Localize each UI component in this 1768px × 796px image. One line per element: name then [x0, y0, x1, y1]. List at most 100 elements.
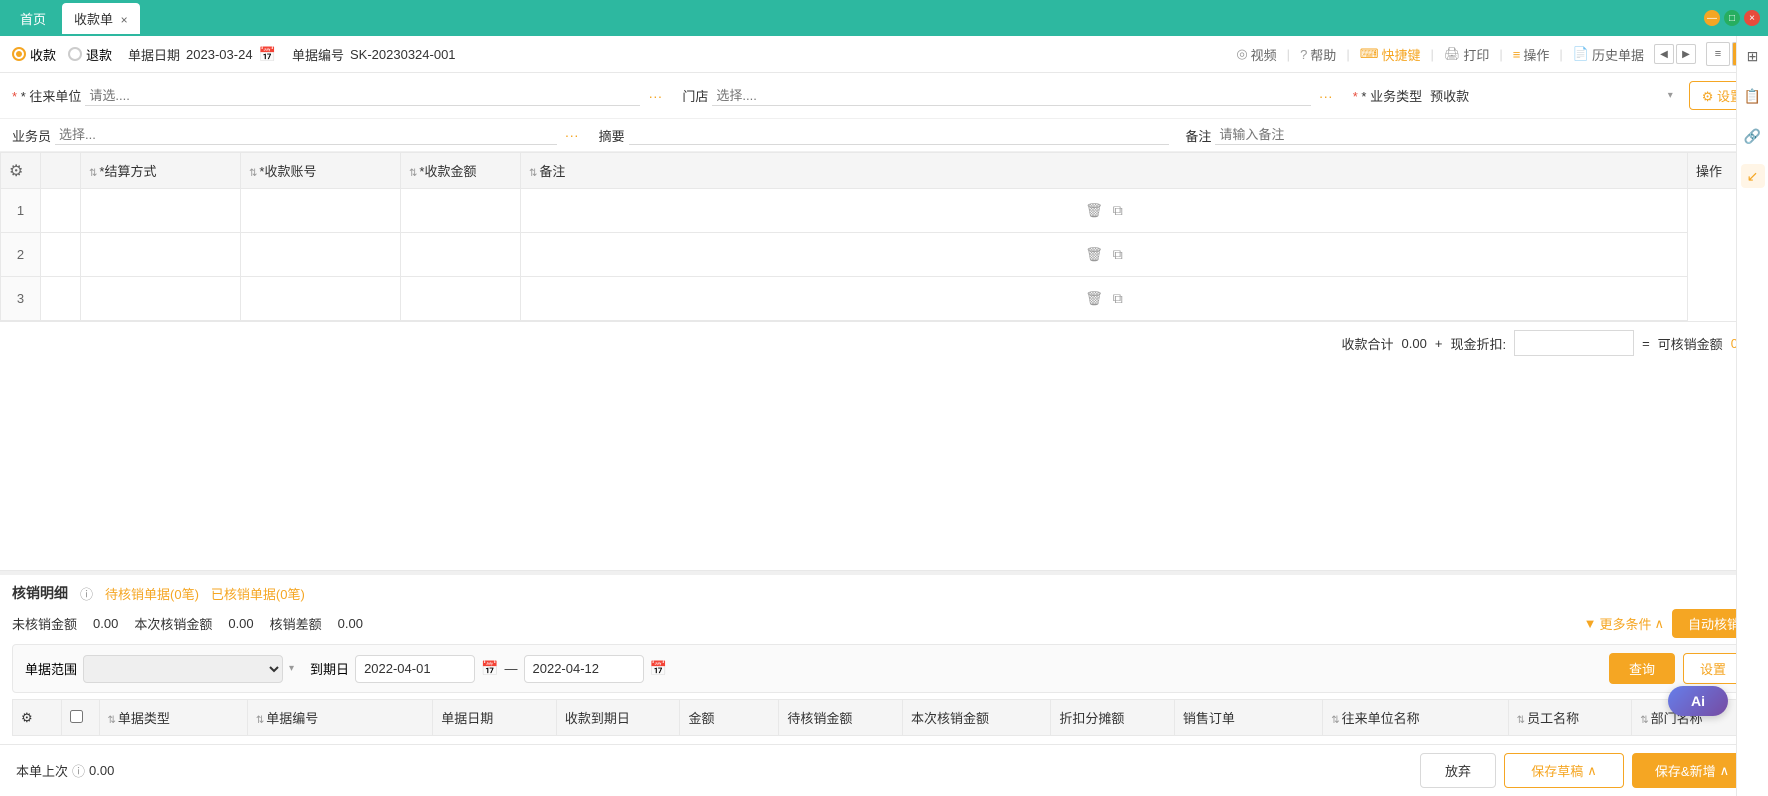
save-draft-btn[interactable]: 保存草稿 ∧: [1504, 753, 1624, 788]
form-row-1: * * 往来单位 ··· 门店 ··· * * 业务类型 预收款 ▾ ⚙ 设置: [0, 73, 1768, 119]
current-clear-col: 本次核销金额: [902, 700, 1050, 736]
maximize-btn[interactable]: □: [1724, 10, 1740, 26]
filter-setting-btn[interactable]: 设置: [1683, 653, 1743, 684]
date-from-calendar-icon[interactable]: 📅: [481, 660, 498, 677]
row-3-settlement[interactable]: [41, 277, 81, 321]
row-3-num: 3: [1, 277, 41, 321]
main-table-section: ⚙ ⇅*结算方式 ⇅*收款账号 ⇅*收款金额 ⇅备注 操作 1: [0, 152, 1768, 571]
row-2-delete-icon[interactable]: 🗑: [1085, 246, 1103, 262]
pending-clear-col: 待核销金额: [779, 700, 903, 736]
history-btn[interactable]: 📄 历史单据: [1573, 45, 1644, 64]
sales-order-col: 销售订单: [1174, 700, 1322, 736]
main-area: 收款 退款 单据日期 2023-03-24 📅 单据编号 SK-20230324…: [0, 36, 1768, 796]
row-3-amount[interactable]: [241, 277, 401, 321]
biz-type-dropdown[interactable]: ▾: [1668, 90, 1673, 101]
close-tab-btn[interactable]: ×: [121, 13, 128, 27]
row-3-copy-icon[interactable]: ⧉: [1113, 290, 1123, 306]
due-date-field: 到期日 📅 — 📅: [310, 655, 667, 683]
home-tab[interactable]: 首页: [8, 3, 58, 34]
date-from-input[interactable]: [355, 655, 475, 683]
date-to-calendar-icon[interactable]: 📅: [650, 660, 667, 677]
row-2-account[interactable]: [81, 233, 241, 277]
receipt-radio[interactable]: 收款: [12, 45, 56, 64]
more-conditions-btn[interactable]: ▼ 更多条件 ∧: [1584, 614, 1664, 633]
sidebar-expand-icon[interactable]: ↙: [1741, 164, 1765, 188]
receipt-label: 收款: [30, 45, 56, 64]
row-3-account[interactable]: [81, 277, 241, 321]
counterparty-input[interactable]: [85, 86, 640, 106]
bill-date-col: 单据日期: [433, 700, 557, 736]
sidebar-doc-icon[interactable]: 📋: [1741, 84, 1765, 108]
refund-radio[interactable]: 退款: [68, 45, 112, 64]
bottom-gear-icon[interactable]: ⚙: [21, 710, 33, 725]
row-3-delete-icon[interactable]: 🗑: [1085, 290, 1103, 306]
salesman-label: 业务员: [12, 126, 51, 145]
settlement-col: ⇅*结算方式: [81, 153, 241, 189]
row-2-remark[interactable]: [401, 233, 521, 277]
row-2-copy-icon[interactable]: ⧉: [1113, 246, 1123, 262]
table-gear-col[interactable]: ⚙: [1, 153, 41, 189]
nav-next[interactable]: ▶: [1676, 44, 1696, 64]
pending-tab[interactable]: 待核销单据(0笔): [105, 584, 199, 603]
abandon-btn[interactable]: 放弃: [1420, 753, 1496, 788]
prev-info-icon[interactable]: ⓘ: [72, 761, 85, 780]
gear-icon[interactable]: ⚙: [9, 163, 23, 180]
counterparty-more-btn[interactable]: ···: [644, 88, 666, 104]
nav-prev[interactable]: ◀: [1654, 44, 1674, 64]
table-row: 3 🗑 ⧉: [1, 277, 1768, 321]
cleared-tab[interactable]: 已核销单据(0笔): [211, 584, 305, 603]
operate-btn[interactable]: ≡ 操作: [1513, 45, 1550, 64]
verify-info-icon[interactable]: ⓘ: [80, 584, 93, 603]
video-btn[interactable]: ◎ 视频: [1236, 45, 1276, 64]
bottom-check-col: [62, 700, 99, 736]
sidebar-table-icon[interactable]: ⊞: [1741, 44, 1765, 68]
date-calendar-icon[interactable]: 📅: [259, 46, 276, 63]
date-separator: —: [505, 661, 518, 676]
bottom-table: ⚙ ⇅单据类型 ⇅单据编号 单据日期 收款到期日 金额 待核销金额 本次核销金额…: [12, 699, 1756, 736]
sidebar-link-icon[interactable]: 🔗: [1741, 124, 1765, 148]
summary-input[interactable]: [629, 125, 1170, 145]
salesman-field: 业务员 ···: [12, 125, 583, 145]
date-to-input[interactable]: [524, 655, 644, 683]
range-dropdown-icon[interactable]: ▾: [289, 663, 294, 674]
row-1-remark[interactable]: [401, 189, 521, 233]
bottom-gear-col[interactable]: ⚙: [13, 700, 62, 736]
print-btn[interactable]: 🖨 打印: [1444, 45, 1490, 64]
select-all-checkbox[interactable]: [70, 710, 83, 723]
collect-total-label: 收款合计: [1342, 334, 1394, 353]
date-value: 2023-03-24: [186, 47, 253, 62]
due-date-col: 收款到期日: [556, 700, 680, 736]
row-1-settlement[interactable]: [41, 189, 81, 233]
shop-more-btn[interactable]: ···: [1315, 88, 1337, 104]
account-col: ⇅*收款账号: [241, 153, 401, 189]
counterparty-col: ⇅往来单位名称: [1323, 700, 1508, 736]
row-2-amount[interactable]: [241, 233, 401, 277]
range-select[interactable]: [83, 655, 283, 683]
help-btn[interactable]: ? 帮助: [1300, 45, 1336, 64]
footer-bar: 本单上次 ⓘ 0.00 放弃 保存草稿 ∧ 保存&新增 ∧: [0, 744, 1768, 796]
row-3-remark[interactable]: [401, 277, 521, 321]
salesman-more-btn[interactable]: ···: [561, 127, 583, 143]
ai-float-button[interactable]: Ai: [1668, 686, 1728, 716]
row-1-account[interactable]: [81, 189, 241, 233]
row-3-ops: 🗑 ⧉: [521, 277, 1688, 321]
shortcut-btn[interactable]: ⌨ 快捷键: [1360, 45, 1421, 64]
query-btn[interactable]: 查询: [1609, 653, 1675, 684]
row-1-delete-icon[interactable]: 🗑: [1085, 202, 1103, 218]
verify-right-actions: ▼ 更多条件 ∧ 自动核销: [1584, 609, 1756, 638]
refund-label: 退款: [86, 45, 112, 64]
salesman-input[interactable]: [55, 125, 557, 145]
row-2-settlement[interactable]: [41, 233, 81, 277]
verify-stats: 未核销金额 0.00 本次核销金额 0.00 核销差额 0.00 ▼ 更多条件 …: [12, 609, 1756, 638]
row-1-amount[interactable]: [241, 189, 401, 233]
save-new-btn[interactable]: 保存&新增 ∧: [1632, 753, 1752, 788]
row-1-copy-icon[interactable]: ⧉: [1113, 202, 1123, 218]
remark-input[interactable]: [1215, 125, 1756, 145]
window-close-btn[interactable]: ×: [1744, 10, 1760, 26]
minimize-btn[interactable]: —: [1704, 10, 1720, 26]
receipt-tab[interactable]: 收款单 ×: [62, 3, 140, 34]
counterparty-label: * * 往来单位: [12, 86, 81, 105]
shop-input[interactable]: [712, 86, 1310, 106]
discount-input[interactable]: [1514, 330, 1634, 356]
list-view-btn[interactable]: ≡: [1706, 42, 1730, 66]
